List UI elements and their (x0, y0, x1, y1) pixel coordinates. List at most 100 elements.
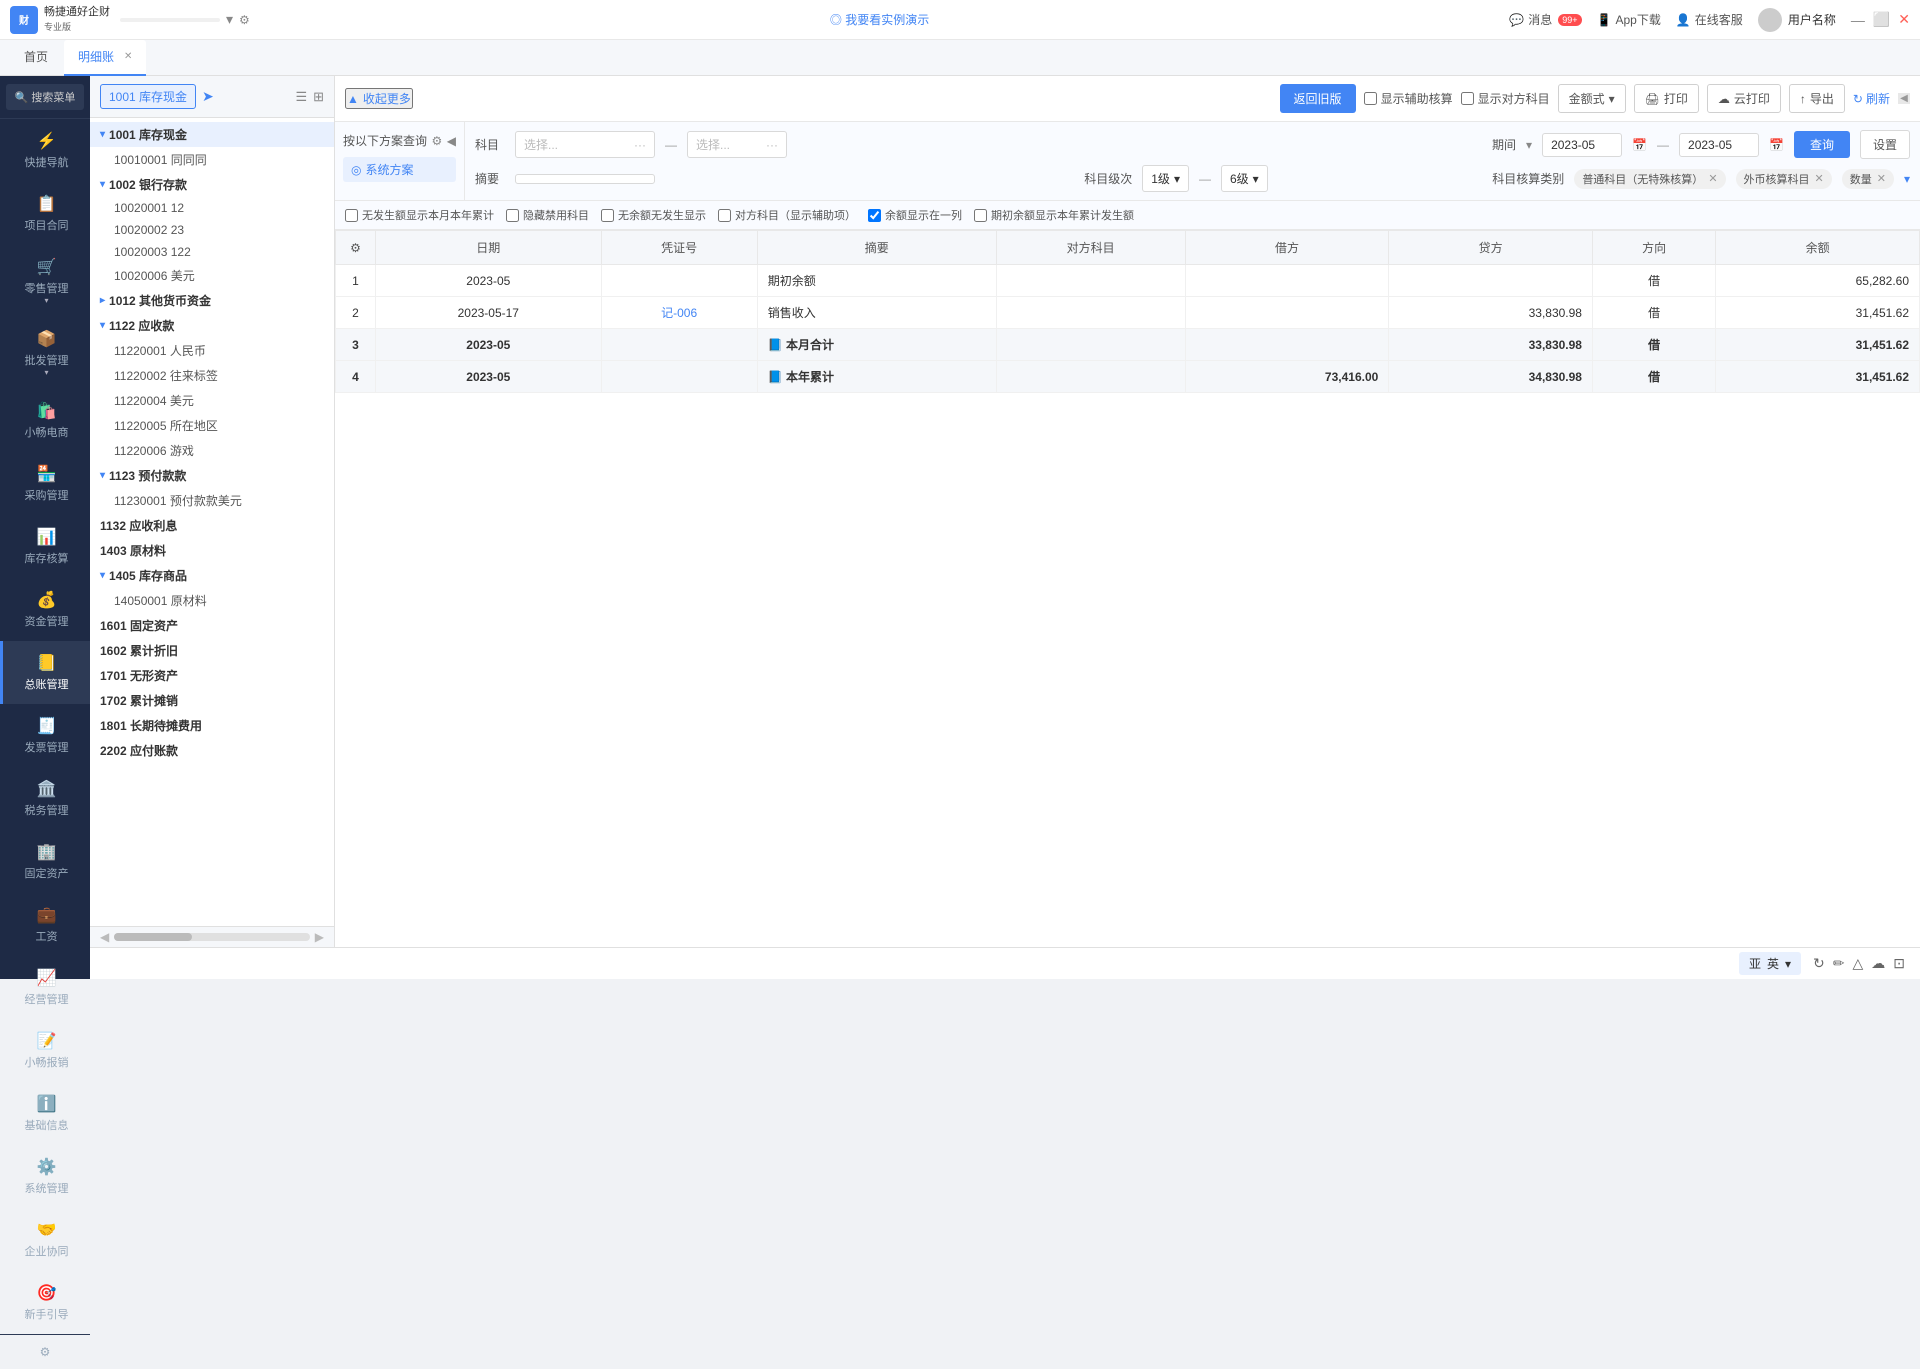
filter-settings-btn[interactable]: 设置 (1860, 130, 1910, 159)
message-btn[interactable]: 💬 消息 99+ (1509, 11, 1581, 28)
status-cloud-icon[interactable]: △ (1852, 955, 1863, 972)
tree-item-1601[interactable]: 1601 固定资产 (90, 613, 334, 638)
return-old-btn[interactable]: 返回旧版 (1280, 84, 1356, 113)
status-expand-icon[interactable]: ⊡ (1893, 955, 1905, 972)
tree-item-10010001[interactable]: 10010001 同同同 (90, 147, 334, 172)
sidebar-item-basic[interactable]: ℹ️ 基础信息 (0, 1082, 90, 1145)
tree-item-10020003[interactable]: 10020003 122 (90, 241, 334, 263)
refresh-btn[interactable]: ↻ 刷新 (1853, 90, 1890, 107)
tree-item-14050001[interactable]: 14050001 原材料 (90, 588, 334, 613)
sidebar-item-salary[interactable]: 💼 工资 (0, 893, 90, 956)
tree-item-1132[interactable]: 1132 应收利息 (90, 513, 334, 538)
tree-item-1002[interactable]: ▾ 1002 银行存款 (90, 172, 334, 197)
tab-home[interactable]: 首页 (10, 40, 62, 76)
maximize-icon[interactable]: ⬜ (1873, 11, 1890, 28)
current-account[interactable]: 1001 库存现金 (100, 84, 196, 109)
grid-view-icon[interactable]: ⊞ (313, 89, 324, 105)
sidebar-item-enterprise[interactable]: 🤝 企业协同 (0, 1208, 90, 1271)
tree-item-10020002[interactable]: 10020002 23 (90, 219, 334, 241)
currency-format-btn[interactable]: 金额式 ▾ (1558, 84, 1626, 113)
tab-detail[interactable]: 明细账 ✕ (64, 40, 146, 76)
sidebar-item-invoice[interactable]: 🧾 发票管理 (0, 704, 90, 767)
opt-balance-one-col-check[interactable] (868, 209, 881, 222)
cloud-print-btn[interactable]: ☁ 云打印 (1707, 84, 1781, 113)
tree-item-1123[interactable]: ▾ 1123 预付款款 (90, 463, 334, 488)
filter-collapse-icon[interactable]: ◀ (447, 134, 456, 148)
subject-end-input[interactable]: 选择... ··· (687, 131, 787, 158)
tree-item-2202[interactable]: 2202 应付账款 (90, 738, 334, 763)
sidebar-item-quick-nav[interactable]: ⚡ 快捷导航 (0, 119, 90, 182)
tag-quantity-close[interactable]: ✕ (1877, 172, 1886, 185)
col-settings[interactable]: ⚙ (336, 231, 376, 265)
sidebar-item-wholesale[interactable]: 📦 批发管理 ▾ (0, 317, 90, 389)
scroll-right-icon[interactable]: ▶ (315, 930, 324, 944)
show-aux-checkbox[interactable] (1364, 92, 1377, 105)
period-start-input[interactable]: 2023-05 (1542, 133, 1622, 157)
status-edit-icon[interactable]: ✏ (1833, 955, 1845, 972)
sidebar-item-guide[interactable]: 🎯 新手引导 (0, 1271, 90, 1334)
tree-item-1702[interactable]: 1702 累计摊销 (90, 688, 334, 713)
lang-switch-btn[interactable]: 亚 英 ▾ (1739, 952, 1801, 975)
search-menu-btn[interactable]: 🔍 搜索菜单 (6, 84, 84, 110)
collapse-right-handle[interactable]: ◀ (1898, 93, 1910, 104)
show-opposite-checkbox[interactable] (1461, 92, 1474, 105)
close-icon[interactable]: ✕ (1898, 11, 1910, 28)
period-dropdown-icon[interactable]: ▾ (1526, 138, 1532, 152)
status-refresh-icon[interactable]: ↻ (1813, 955, 1825, 972)
sidebar-settings-btn[interactable]: ⚙ (0, 1334, 90, 1369)
opt-no-balance-check[interactable] (345, 209, 358, 222)
sidebar-item-retail[interactable]: 🛒 零售管理 ▾ (0, 245, 90, 317)
sidebar-item-tax[interactable]: 🏛️ 税务管理 (0, 767, 90, 830)
status-cloud2-icon[interactable]: ☁ (1871, 955, 1885, 972)
tree-item-11220004[interactable]: 11220004 美元 (90, 388, 334, 413)
more-tags-icon[interactable]: ▾ (1904, 172, 1910, 186)
tree-item-11220001[interactable]: 11220001 人民币 (90, 338, 334, 363)
sidebar-item-accounting[interactable]: 📒 总账管理 (0, 641, 90, 704)
summary-input[interactable] (515, 174, 655, 184)
level-end-select[interactable]: 6级 ▾ (1221, 165, 1268, 192)
sidebar-item-ops[interactable]: 📈 经营管理 (0, 956, 90, 1019)
tree-item-10020006[interactable]: 10020006 美元 (90, 263, 334, 288)
demo-link[interactable]: ◎ 我要看实例演示 (830, 11, 929, 28)
sidebar-item-finance[interactable]: 💰 资金管理 (0, 578, 90, 641)
tree-item-1801[interactable]: 1801 长期待摊费用 (90, 713, 334, 738)
expand-more-btn[interactable]: ▲ 收起更多 (345, 88, 413, 109)
settings-gear-icon[interactable]: ⚙ (239, 13, 250, 27)
filter-settings-icon[interactable]: ⚙ (432, 134, 443, 148)
sidebar-item-report[interactable]: 📝 小畅报销 (0, 1019, 90, 1082)
tree-item-1405[interactable]: ▾ 1405 库存商品 (90, 563, 334, 588)
calendar-icon-2[interactable]: 📅 (1769, 138, 1784, 152)
tree-item-1001[interactable]: ▾ 1001 库存现金 (90, 122, 334, 147)
opt-show-ytd-check[interactable] (974, 209, 987, 222)
sidebar-item-ecommerce[interactable]: 🛍️ 小畅电商 (0, 389, 90, 452)
opt-show-opposite-check[interactable] (718, 209, 731, 222)
sidebar-item-fixed-assets[interactable]: 🏢 固定资产 (0, 830, 90, 893)
nav-arrow-icon[interactable]: ➤ (202, 88, 214, 105)
user-avatar[interactable] (1758, 8, 1782, 32)
tab-close-icon[interactable]: ✕ (124, 51, 132, 62)
scroll-left-icon[interactable]: ◀ (100, 930, 109, 944)
export-btn[interactable]: ↑ 导出 (1789, 84, 1845, 113)
online-service-btn[interactable]: 👤 在线客服 (1676, 11, 1743, 28)
tree-item-11220006[interactable]: 11220006 游戏 (90, 438, 334, 463)
tree-item-11220002[interactable]: 11220002 往来标签 (90, 363, 334, 388)
list-view-icon[interactable]: ☰ (295, 89, 307, 105)
period-end-input[interactable]: 2023-05 (1679, 133, 1759, 157)
tree-scrollbar[interactable] (114, 933, 310, 941)
sidebar-item-inventory[interactable]: 📊 库存核算 (0, 515, 90, 578)
query-btn[interactable]: 查询 (1794, 131, 1850, 158)
dropdown-arrow[interactable]: ▾ (226, 11, 233, 28)
app-download-btn[interactable]: 📱 App下载 (1597, 11, 1661, 28)
print-btn[interactable]: 🖨 打印 (1634, 84, 1699, 113)
tree-item-11220005[interactable]: 11220005 所在地区 (90, 413, 334, 438)
tree-item-1122[interactable]: ▾ 1122 应收款 (90, 313, 334, 338)
subject-input[interactable]: 选择... ··· (515, 131, 655, 158)
minimize-icon[interactable]: — (1851, 12, 1865, 28)
scheme-btn[interactable]: ◎ 系统方案 (343, 157, 456, 182)
tree-item-1012[interactable]: ▸ 1012 其他货币资金 (90, 288, 334, 313)
sidebar-item-purchase[interactable]: 🏪 采购管理 (0, 452, 90, 515)
sidebar-item-project[interactable]: 📋 项目合同 (0, 182, 90, 245)
voucher-link[interactable]: 记-006 (661, 306, 697, 320)
tag-normal-close[interactable]: ✕ (1708, 172, 1717, 185)
tag-foreign-close[interactable]: ✕ (1815, 172, 1824, 185)
